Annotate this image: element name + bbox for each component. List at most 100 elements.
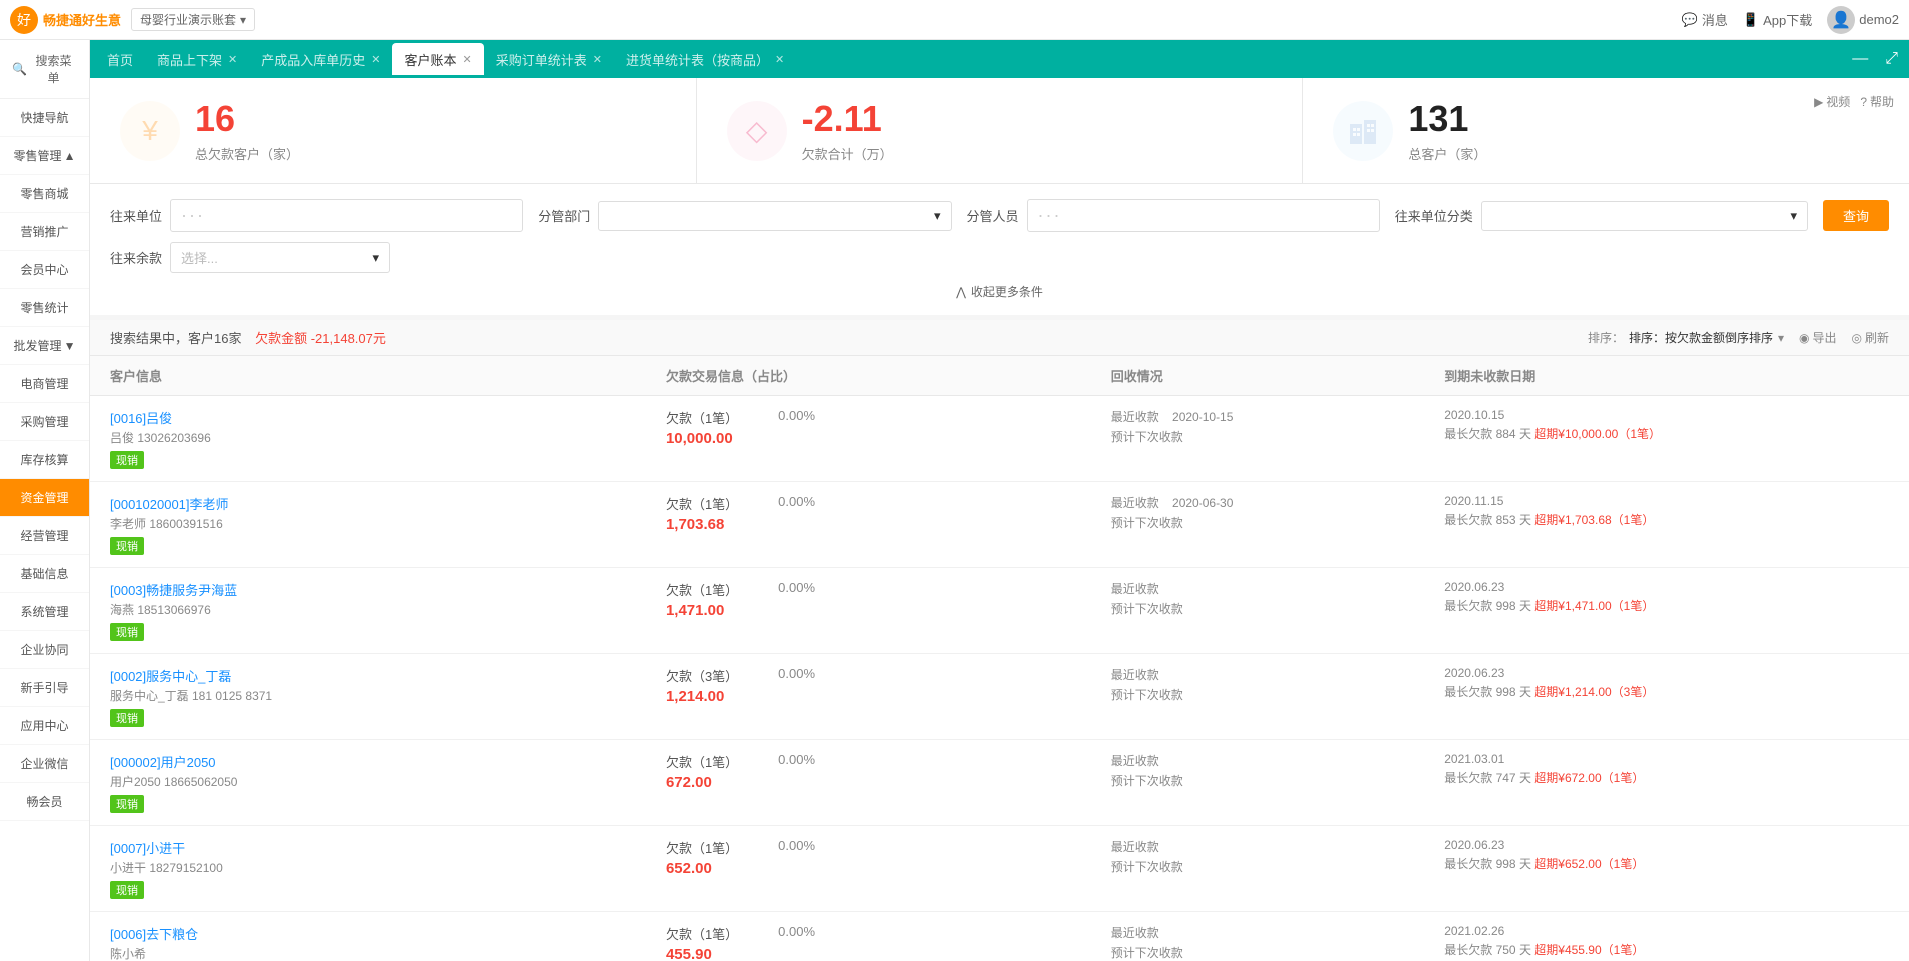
filter-item-category: 往来单位分类 ▾ <box>1395 201 1808 231</box>
collection-last-date: 最近收款 <box>1111 666 1445 683</box>
tab-minimize-button[interactable]: — <box>1846 48 1874 70</box>
debt-amount[interactable]: 652.00 <box>666 860 738 877</box>
filter-input-manager[interactable]: ··· <box>1027 199 1380 232</box>
filter-select-balance[interactable]: 选择... ▾ <box>170 242 390 273</box>
industry-label: 母婴行业演示账套 <box>140 11 236 28</box>
filter-select-department[interactable]: ▾ <box>598 201 951 231</box>
sidebar-item-retail-mgmt[interactable]: 零售管理 ▲ <box>0 137 89 175</box>
customer-tag: 现销 <box>110 451 144 469</box>
search-button[interactable]: 查询 <box>1823 200 1889 231</box>
industry-selector[interactable]: 母婴行业演示账套 ▾ <box>131 8 255 31</box>
tab-purchase-stats[interactable]: 采购订单统计表 ✕ <box>484 43 614 75</box>
tab-label: 首页 <box>107 50 133 69</box>
results-bar: 搜索结果中，客户16家 欠款金额 -21,148.07元 排序： 排序：按欠款金… <box>90 320 1909 356</box>
message-action[interactable]: 💬 消息 <box>1682 10 1728 29</box>
customer-name-link[interactable]: [0007]小进干 <box>110 841 185 856</box>
customer-name-link[interactable]: [0001020001]李老师 <box>110 497 229 512</box>
refresh-button[interactable]: ◎ 刷新 <box>1852 329 1890 346</box>
overdue-amount-link[interactable]: 超期¥1,471.00（1笔） <box>1534 599 1654 613</box>
search-menu-button[interactable]: 🔍 搜索菜单 <box>8 48 81 90</box>
tab-customer-account[interactable]: 客户账本 ✕ <box>392 43 483 75</box>
overdue-cell: 2020.10.15 最长欠款 884 天 超期¥10,000.00（1笔） <box>1444 408 1889 442</box>
debt-amount[interactable]: 1,471.00 <box>666 602 738 619</box>
debt-count: 欠款（1笔） <box>666 838 738 857</box>
overdue-amount-link[interactable]: 超期¥1,703.68（1笔） <box>1534 513 1654 527</box>
video-action[interactable]: ▶ 视频 <box>1814 93 1850 110</box>
sidebar-item-enterprise-wechat[interactable]: 企业微信 <box>0 745 89 783</box>
sidebar-item-chang-member[interactable]: 畅会员 <box>0 783 89 821</box>
overdue-amount-link[interactable]: 超期¥455.90（1笔） <box>1534 943 1644 957</box>
tab-product-listing[interactable]: 商品上下架 ✕ <box>145 43 249 75</box>
overdue-amount-link[interactable]: 超期¥10,000.00（1笔） <box>1534 427 1661 441</box>
sidebar-item-purchase-mgmt[interactable]: 采购管理 <box>0 403 89 441</box>
sidebar-item-inventory[interactable]: 库存核算 <box>0 441 89 479</box>
table-row: [0007]小进干 小进干 18279152100 现销 欠款（1笔） 652.… <box>90 826 1909 912</box>
logo-icon: 好 <box>10 6 38 34</box>
tab-close-icon[interactable]: ✕ <box>463 53 472 66</box>
sidebar-item-app-center[interactable]: 应用中心 <box>0 707 89 745</box>
collection-cell: 最近收款 预计下次收款 <box>1111 580 1445 617</box>
sidebar-item-member-center[interactable]: 会员中心 <box>0 251 89 289</box>
debt-count: 欠款（1笔） <box>666 580 738 599</box>
help-action[interactable]: ? 帮助 <box>1860 93 1894 110</box>
user-action[interactable]: 👤 demo2 <box>1827 6 1899 34</box>
sidebar-item-quick-nav[interactable]: 快捷导航 <box>0 99 89 137</box>
sidebar-item-retail-stats[interactable]: 零售统计 <box>0 289 89 327</box>
tab-close-icon[interactable]: ✕ <box>775 53 784 66</box>
customer-name-link[interactable]: [0002]服务中心_丁磊 <box>110 669 231 684</box>
overdue-date: 2020.06.23 <box>1444 838 1889 852</box>
sidebar-item-retail-mall[interactable]: 零售商城 <box>0 175 89 213</box>
sidebar-item-finance[interactable]: 资金管理 <box>0 479 89 517</box>
tab-close-icon[interactable]: ✕ <box>593 53 602 66</box>
export-button[interactable]: ◉ 导出 <box>1799 329 1837 346</box>
filter-select-category[interactable]: ▾ <box>1481 201 1808 231</box>
sort-value: 排序：按欠款金额倒序排序 <box>1629 329 1773 346</box>
tab-home[interactable]: 首页 <box>95 43 145 75</box>
sidebar-item-enterprise-collab[interactable]: 企业协同 <box>0 631 89 669</box>
collection-next: 预计下次收款 <box>1111 514 1445 531</box>
overdue-date: 2020.06.23 <box>1444 580 1889 594</box>
tab-close-icon[interactable]: ✕ <box>228 53 237 66</box>
sidebar-item-system-mgmt[interactable]: 系统管理 <box>0 593 89 631</box>
stat-info-total-customers: 131 总客户（家） <box>1408 98 1486 163</box>
customer-tag: 现销 <box>110 795 144 813</box>
sidebar-item-new-guide[interactable]: 新手引导 <box>0 669 89 707</box>
tab-close-icon[interactable]: ✕ <box>371 53 380 66</box>
customer-info-cell: [0007]小进干 小进干 18279152100 现销 <box>110 838 666 899</box>
tab-inventory-stats[interactable]: 进货单统计表（按商品） ✕ <box>614 43 796 75</box>
sidebar-item-ecommerce[interactable]: 电商管理 <box>0 365 89 403</box>
debt-amount[interactable]: 1,703.68 <box>666 516 738 533</box>
debt-amount[interactable]: 455.90 <box>666 946 738 961</box>
debt-amount[interactable]: 10,000.00 <box>666 430 738 447</box>
filter-item-balance: 往来余款 选择... ▾ <box>110 242 390 273</box>
stat-number-total-customers: 131 <box>1408 98 1486 140</box>
arrow-icon: ▼ <box>64 339 76 353</box>
sort-select[interactable]: 排序： 排序：按欠款金额倒序排序 ▾ <box>1588 329 1784 346</box>
filter-input-customer[interactable]: ··· <box>170 199 523 232</box>
debt-amount[interactable]: 672.00 <box>666 774 738 791</box>
collection-last-date: 最近收款 <box>1111 924 1445 941</box>
sidebar-item-wholesale-mgmt[interactable]: 批发管理 ▼ <box>0 327 89 365</box>
overdue-amount-link[interactable]: 超期¥672.00（1笔） <box>1534 771 1644 785</box>
sidebar-item-operations[interactable]: 经营管理 <box>0 517 89 555</box>
tab-maximize-button[interactable]: ⤢ <box>1879 48 1904 70</box>
customer-name-link[interactable]: [0006]去下粮仓 <box>110 927 198 942</box>
results-debt: 欠款金额 -21,148.07元 <box>255 331 386 346</box>
overdue-amount-link[interactable]: 超期¥1,214.00（3笔） <box>1534 685 1654 699</box>
sidebar-item-marketing[interactable]: 营销推广 <box>0 213 89 251</box>
collapse-button[interactable]: ⋀ 收起更多条件 <box>110 283 1889 300</box>
customer-name-link[interactable]: [0003]畅捷服务尹海蓝 <box>110 583 237 598</box>
app-download-action[interactable]: 📱 App下载 <box>1743 10 1812 29</box>
customer-name-link[interactable]: [000002]用户2050 <box>110 755 216 770</box>
sidebar-item-basic-info[interactable]: 基础信息 <box>0 555 89 593</box>
customer-name-link[interactable]: [0016]吕俊 <box>110 411 172 426</box>
debt-percent: 0.00% <box>778 408 815 423</box>
stat-label-debt-total: 欠款合计（万） <box>802 144 893 163</box>
overdue-amount-link[interactable]: 超期¥652.00（1笔） <box>1534 857 1644 871</box>
tab-label: 进货单统计表（按商品） <box>626 50 769 69</box>
collection-cell: 最近收款 预计下次收款 <box>1111 752 1445 789</box>
stat-label-debt-customers: 总欠款客户（家） <box>195 144 299 163</box>
filter-item-customer: 往来单位 ··· <box>110 199 523 232</box>
tab-inventory-history[interactable]: 产成品入库单历史 ✕ <box>249 43 392 75</box>
debt-amount[interactable]: 1,214.00 <box>666 688 738 705</box>
